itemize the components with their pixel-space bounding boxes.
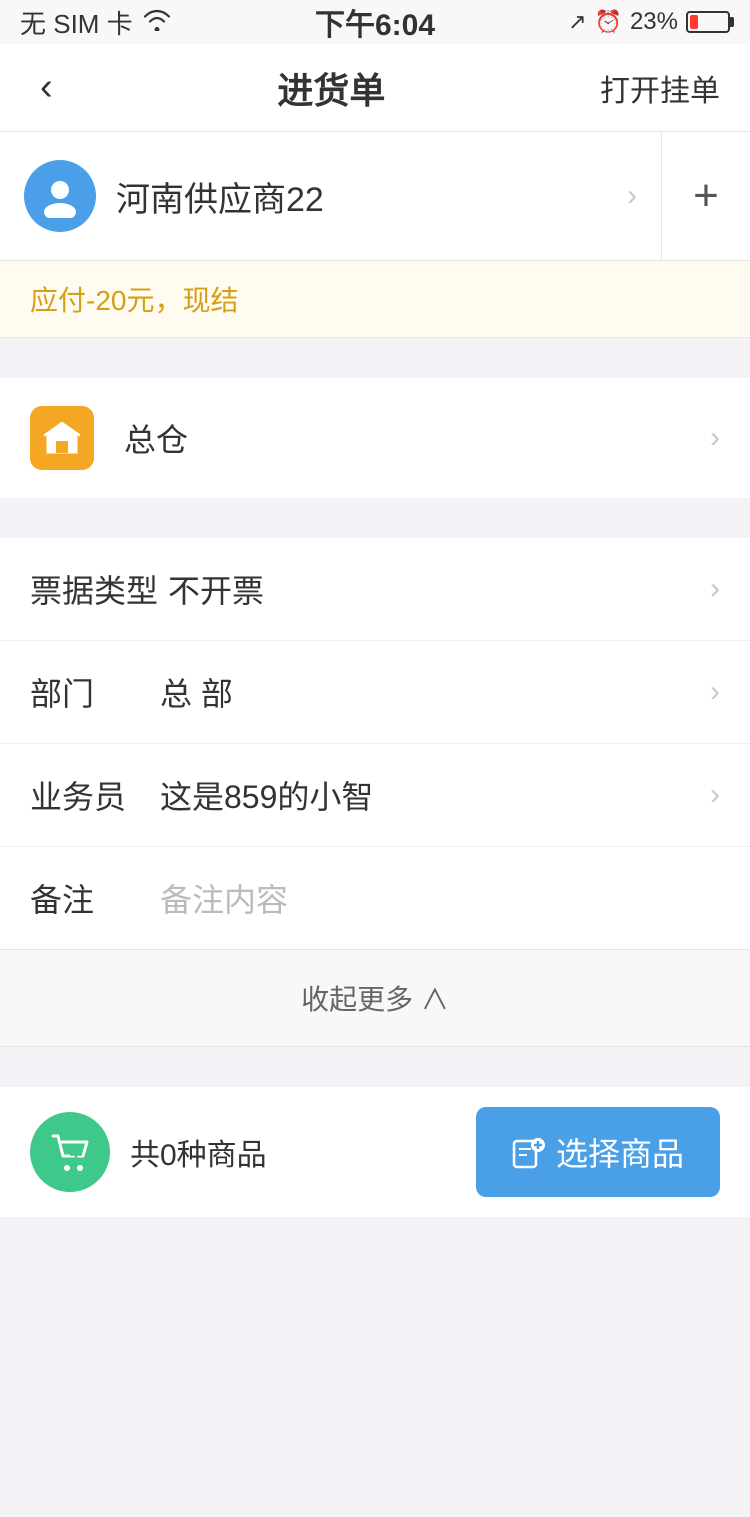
collapse-label: 收起更多 ∧ [301, 978, 449, 1018]
divider-1 [0, 358, 750, 378]
notice-banner: 应付-20元，现结 [0, 261, 750, 338]
back-button[interactable]: ‹ [30, 56, 63, 119]
status-time: 下午6:04 [315, 0, 435, 44]
gray-fill-area [0, 1217, 750, 1517]
add-supplier-button[interactable]: + [662, 132, 750, 260]
salesperson-value: 这是859的小智 [160, 772, 710, 818]
divider-2 [0, 518, 750, 538]
warehouse-icon [30, 406, 94, 470]
invoice-type-value: 不开票 [168, 566, 710, 612]
nav-bar: ‹ 进货单 打开挂单 [0, 44, 750, 132]
supplier-selector[interactable]: 河南供应商22 › [0, 132, 662, 260]
wifi-icon [143, 7, 171, 38]
salesperson-label: 业务员 [30, 772, 150, 818]
department-value: 总 部 [160, 669, 710, 715]
select-product-button[interactable]: 选择商品 [476, 1107, 720, 1197]
warehouse-name: 总仓 [124, 415, 710, 461]
department-label: 部门 [30, 669, 150, 715]
salesperson-row[interactable]: 业务员 这是859的小智 › [0, 744, 750, 847]
supplier-section: 河南供应商22 › + 应付-20元，现结 [0, 132, 750, 338]
supplier-chevron-icon: › [627, 179, 637, 213]
department-chevron-icon: › [710, 675, 720, 709]
status-right: ↗ ⏰ 23% [568, 8, 730, 36]
cart-icon [30, 1112, 110, 1192]
remark-input[interactable]: 备注内容 [160, 875, 720, 921]
warehouse-chevron-icon: › [710, 421, 720, 455]
carrier-text: 无 SIM 卡 [20, 4, 133, 41]
divider-3 [0, 1047, 750, 1067]
form-section: 票据类型 不开票 › 部门 总 部 › 业务员 这是859的小智 › 备注 备注… [0, 538, 750, 949]
invoice-type-row[interactable]: 票据类型 不开票 › [0, 538, 750, 641]
warehouse-row[interactable]: 总仓 › [0, 378, 750, 498]
alarm-icon: ⏰ [595, 9, 622, 35]
battery-icon [686, 11, 730, 33]
remark-label: 备注 [30, 875, 150, 921]
open-pending-button[interactable]: 打开挂单 [600, 66, 720, 110]
supplier-name: 河南供应商22 [116, 172, 324, 221]
remark-row[interactable]: 备注 备注内容 [0, 847, 750, 949]
invoice-type-label: 票据类型 [30, 566, 158, 612]
status-bar: 无 SIM 卡 下午6:04 ↗ ⏰ 23% [0, 0, 750, 44]
battery-percent: 23% [630, 8, 678, 36]
collapse-button[interactable]: 收起更多 ∧ [0, 949, 750, 1047]
supplier-avatar [24, 160, 96, 232]
warehouse-section: 总仓 › [0, 378, 750, 498]
select-product-label: 选择商品 [556, 1129, 684, 1175]
product-count-text: 共0种商品 [130, 1130, 476, 1174]
bottom-bar: 共0种商品 选择商品 [0, 1087, 750, 1217]
page-title: 进货单 [277, 62, 385, 114]
department-row[interactable]: 部门 总 部 › [0, 641, 750, 744]
status-left: 无 SIM 卡 [20, 4, 171, 41]
salesperson-chevron-icon: › [710, 778, 720, 812]
location-icon: ↗ [568, 9, 586, 35]
content: 河南供应商22 › + 应付-20元，现结 总仓 › [0, 132, 750, 1517]
invoice-type-chevron-icon: › [710, 572, 720, 606]
